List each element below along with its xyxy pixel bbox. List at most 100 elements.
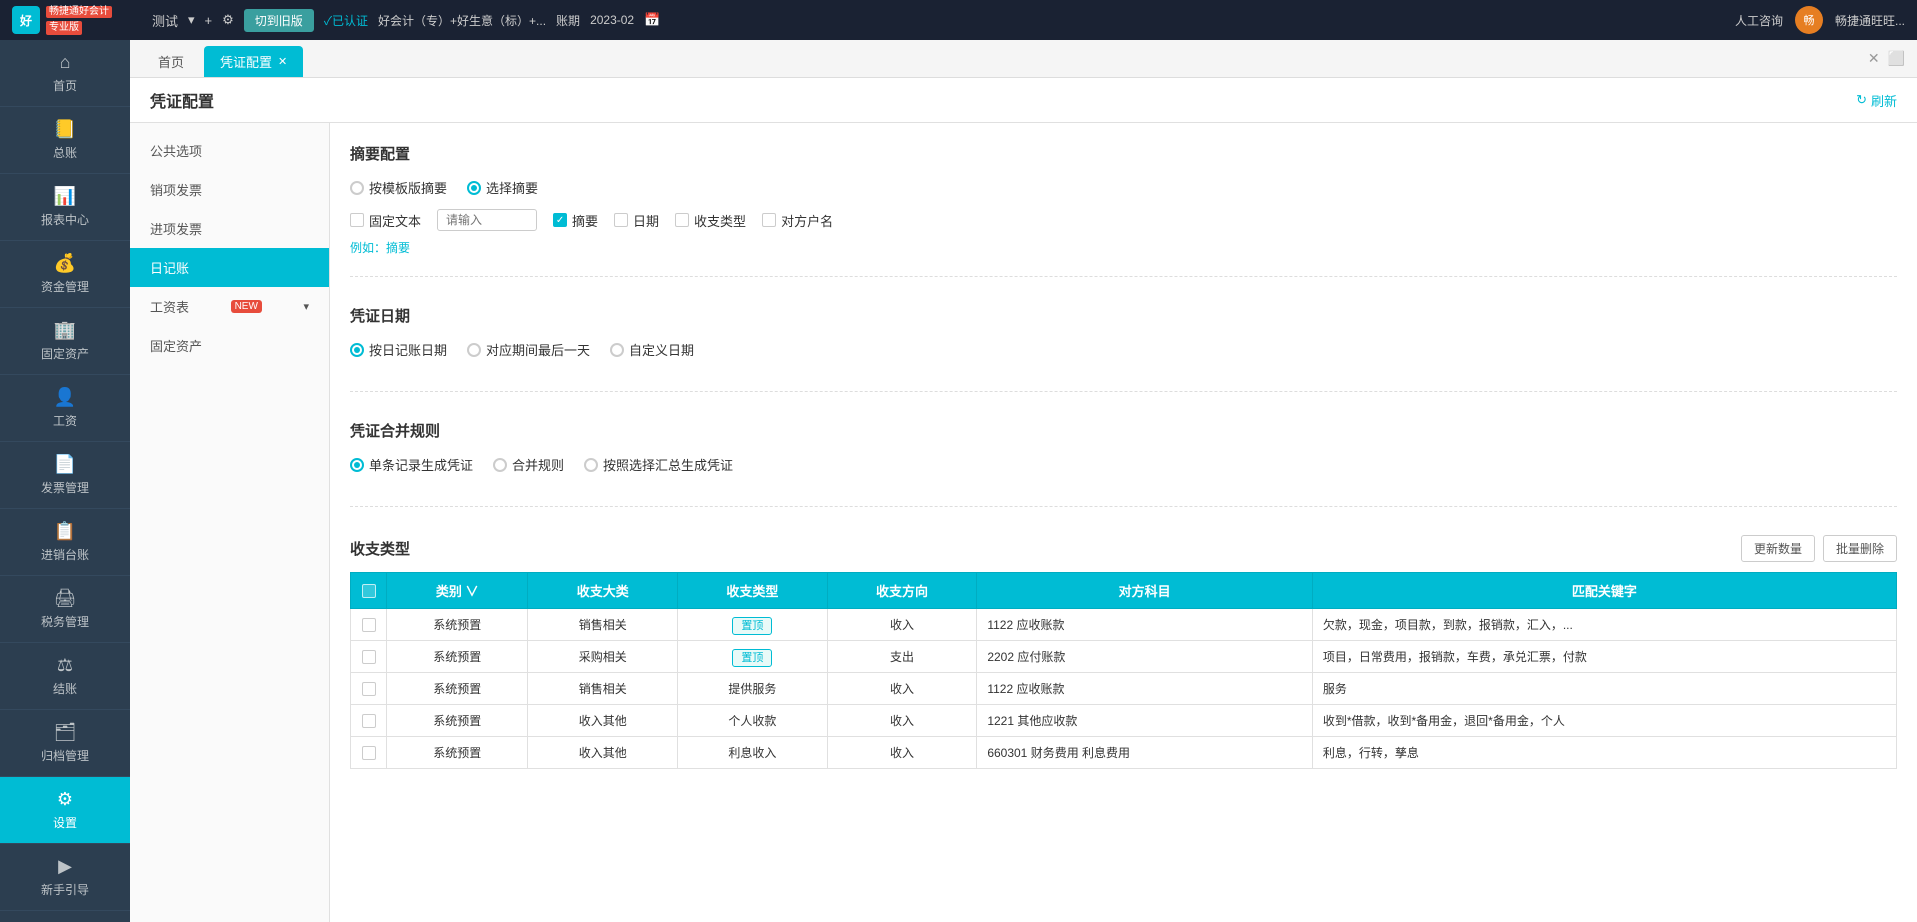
table-row: 系统预置 销售相关 置顶 收入 1122 应收账款 欠款，现金，项目款，到款，报… [351, 609, 1897, 641]
sidebar-item-purchase[interactable]: 📋 进销台账 [0, 509, 130, 576]
period-value: 2023-02 [590, 13, 634, 27]
calendar-icon[interactable]: 📅 [644, 12, 660, 28]
left-panel-item-purchase-invoice[interactable]: 进项发票 [130, 209, 329, 248]
row-type-tag-0[interactable]: 置顶 [732, 617, 772, 635]
radio-custom-date[interactable]: 自定义日期 [610, 340, 694, 359]
add-button[interactable]: + [205, 13, 213, 28]
radio-circle-merge [493, 458, 507, 472]
income-expense-title: 收支类型 [350, 538, 410, 559]
sidebar-item-archive[interactable]: 🗂 归档管理 [0, 710, 130, 777]
tab-home[interactable]: 首页 [142, 46, 200, 77]
row-type-tag-1[interactable]: 置顶 [732, 649, 772, 667]
checkbox-summary[interactable]: ✓ 摘要 [553, 211, 598, 230]
row-check-4[interactable] [351, 737, 387, 769]
right-panel: 摘要配置 按模板版摘要 选择摘要 [330, 123, 1917, 922]
checkbox-box-type [675, 213, 689, 227]
settings-icon[interactable]: ⚙ [222, 12, 234, 28]
radio-circle-period-last [467, 343, 481, 357]
page-header: 凭证配置 ↻ 刷新 [130, 78, 1917, 123]
sidebar-item-salary[interactable]: 👤 工资 [0, 375, 130, 442]
row-category-4: 系统预置 [387, 737, 528, 769]
left-panel-item-payroll[interactable]: 工资表 NEW ▾ [130, 287, 329, 326]
th-check[interactable] [351, 573, 387, 609]
row-checkbox-1[interactable] [362, 650, 376, 664]
window-close-btn[interactable]: ✕ [1868, 50, 1880, 67]
salary-icon: 👤 [54, 387, 76, 408]
row-type-1: 置顶 [678, 641, 828, 673]
row-checkbox-0[interactable] [362, 618, 376, 632]
row-checkbox-2[interactable] [362, 682, 376, 696]
th-type: 收支类型 [678, 573, 828, 609]
sidebar-item-settings[interactable]: ⚙ 设置 [0, 777, 130, 844]
th-subject: 对方科目 [977, 573, 1313, 609]
radio-circle-custom-date [610, 343, 624, 357]
row-subject-2: 1122 应收账款 [977, 673, 1313, 705]
update-count-btn[interactable]: 更新数量 [1741, 535, 1815, 562]
radio-template[interactable]: 按模板版摘要 [350, 178, 447, 197]
table-row: 系统预置 收入其他 个人收款 收入 1221 其他应收款 收到*借款，收到*备用… [351, 705, 1897, 737]
batch-delete-btn[interactable]: 批量删除 [1823, 535, 1897, 562]
voucher-date-section: 凭证日期 按日记账日期 对应期间最后一天 [350, 305, 1897, 392]
switch-old-btn[interactable]: 切到旧版 [244, 9, 314, 32]
row-category-0: 系统预置 [387, 609, 528, 641]
radio-merge[interactable]: 合并规则 [493, 455, 564, 474]
window-max-btn[interactable]: ⬜ [1888, 50, 1905, 67]
row-checkbox-3[interactable] [362, 714, 376, 728]
radio-journal-date[interactable]: 按日记账日期 [350, 340, 447, 359]
page-title: 凭证配置 [150, 88, 214, 112]
checkbox-type[interactable]: 收支类型 [675, 211, 746, 230]
checkbox-date[interactable]: 日期 [614, 211, 659, 230]
row-check-2[interactable] [351, 673, 387, 705]
row-keyword-1: 项目，日常费用，报销款，车费，承兑汇票，付款 [1312, 641, 1896, 673]
row-checkbox-4[interactable] [362, 746, 376, 760]
radio-selected-merge[interactable]: 按照选择汇总生成凭证 [584, 455, 733, 474]
th-category: 类别 ∨ [387, 573, 528, 609]
radio-dot-journal-date [354, 347, 360, 353]
user-avatar: 畅 [1795, 6, 1823, 34]
company-arrow[interactable]: ▾ [188, 12, 195, 28]
merge-rules-title: 凭证合并规则 [350, 420, 1897, 441]
row-major-3: 收入其他 [528, 705, 678, 737]
income-expense-header: 收支类型 更新数量 批量删除 [350, 535, 1897, 562]
radio-period-last[interactable]: 对应期间最后一天 [467, 340, 590, 359]
checkbox-fixed-text[interactable]: 固定文本 [350, 211, 421, 230]
row-check-0[interactable] [351, 609, 387, 641]
sidebar-item-reports[interactable]: 📊 报表中心 [0, 174, 130, 241]
sidebar-item-assets[interactable]: 🏢 固定资产 [0, 308, 130, 375]
row-subject-1: 2202 应付账款 [977, 641, 1313, 673]
refresh-btn[interactable]: ↻ 刷新 [1856, 91, 1897, 110]
sidebar-item-guide[interactable]: ▶ 新手引导 [0, 844, 130, 911]
sidebar-item-home[interactable]: ⌂ 首页 [0, 40, 130, 107]
select-all-checkbox[interactable] [362, 584, 376, 598]
sidebar-item-funds[interactable]: 💰 资金管理 [0, 241, 130, 308]
radio-single[interactable]: 单条记录生成凭证 [350, 455, 473, 474]
left-panel-item-sales-invoice[interactable]: 销项发票 [130, 170, 329, 209]
row-keyword-2: 服务 [1312, 673, 1896, 705]
left-panel-item-public[interactable]: 公共选项 [130, 131, 329, 170]
help-btn[interactable]: 人工咨询 [1735, 12, 1783, 29]
sidebar-item-settle[interactable]: ⚖ 结账 [0, 643, 130, 710]
row-type-2: 提供服务 [678, 673, 828, 705]
radio-select[interactable]: 选择摘要 [467, 178, 538, 197]
row-type-4: 利息收入 [678, 737, 828, 769]
merge-rules-radio-group: 单条记录生成凭证 合并规则 按照选择汇总生成凭证 [350, 455, 1897, 474]
tab-voucher-config[interactable]: 凭证配置 ✕ [204, 46, 303, 77]
sidebar-item-invoice[interactable]: 📄 发票管理 [0, 442, 130, 509]
left-panel-item-journal[interactable]: 日记账 [130, 248, 329, 287]
settings-icon: ⚙ [57, 789, 73, 810]
left-panel-item-fixed-assets[interactable]: 固定资产 [130, 326, 329, 365]
sidebar-item-member[interactable]: ◇ 畅会员 [0, 911, 130, 922]
th-keyword: 匹配关键字 [1312, 573, 1896, 609]
assets-icon: 🏢 [54, 320, 76, 341]
row-check-3[interactable] [351, 705, 387, 737]
checkbox-counterparty[interactable]: 对方户名 [762, 211, 833, 230]
row-subject-3: 1221 其他应收款 [977, 705, 1313, 737]
sidebar-item-tax[interactable]: 🖨 税务管理 [0, 576, 130, 643]
row-major-1: 采购相关 [528, 641, 678, 673]
fixed-text-input[interactable] [437, 209, 537, 231]
row-direction-4: 收入 [827, 737, 977, 769]
income-expense-section: 收支类型 更新数量 批量删除 类别 ∨ [350, 535, 1897, 789]
tab-close-icon[interactable]: ✕ [278, 55, 287, 68]
row-check-1[interactable] [351, 641, 387, 673]
sidebar-item-ledger[interactable]: 📒 总账 [0, 107, 130, 174]
